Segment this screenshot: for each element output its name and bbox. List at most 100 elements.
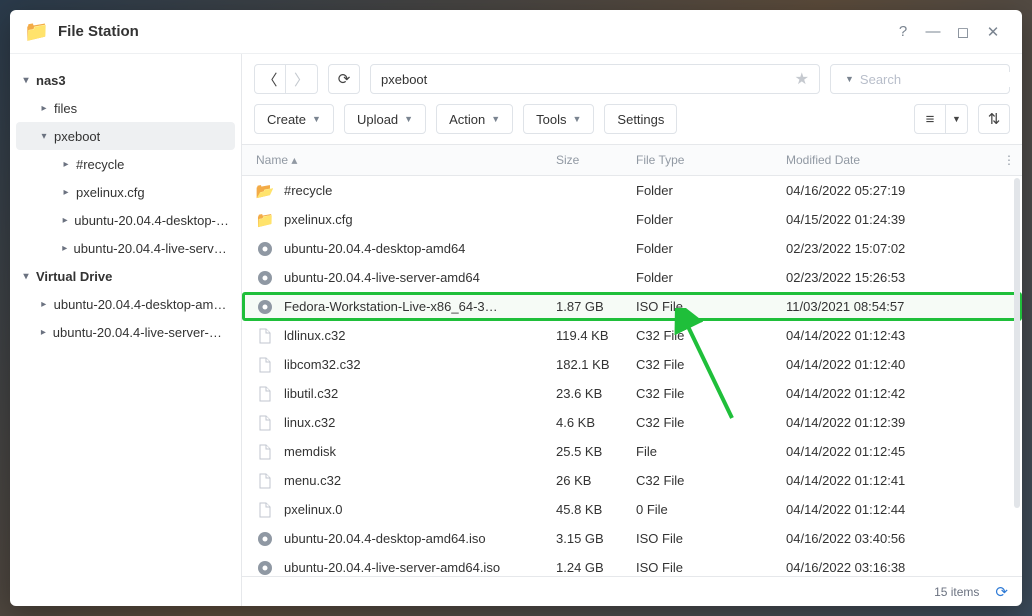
grid-rows: 📂#recycleFolder04/16/2022 05:27:19📁pxeli… xyxy=(242,176,1022,576)
file-type: Folder xyxy=(636,212,786,227)
file-name: Fedora-Workstation-Live-x86_64-3… xyxy=(284,299,498,314)
tree-caret-icon[interactable]: ▾ xyxy=(38,131,50,142)
file-modified: 04/15/2022 01:24:39 xyxy=(786,212,996,227)
file-modified: 04/14/2022 01:12:41 xyxy=(786,473,996,488)
sidebar-item[interactable]: ▸ubuntu-20.04.4-desktop-amd64 xyxy=(16,290,235,318)
sidebar-item[interactable]: ▸ #recycle xyxy=(16,150,235,178)
minimize-icon[interactable]: — xyxy=(918,17,948,47)
nav-back-button[interactable]: 〈 xyxy=(254,64,286,94)
sort-button[interactable]: ⇅ xyxy=(978,104,1010,134)
table-row[interactable]: ubuntu-20.04.4-live-server-amd64.iso 1.24… xyxy=(242,553,1022,576)
search-input[interactable] xyxy=(860,72,1022,87)
tree-caret-icon[interactable]: ▸ xyxy=(60,215,70,226)
table-row[interactable]: ldlinux.c32119.4 KBC32 File04/14/2022 01… xyxy=(242,321,1022,350)
table-row[interactable]: menu.c3226 KBC32 File04/14/2022 01:12:41 xyxy=(242,466,1022,495)
sidebar-item-label: ubuntu-20.04.4-live-server-amd64 xyxy=(74,241,229,256)
sidebar-item-label: nas3 xyxy=(36,73,66,88)
table-row[interactable]: ubuntu-20.04.4-desktop-amd64.iso3.15 GBI… xyxy=(242,524,1022,553)
titlebar: 📁 File Station ? — ◻ ✕ xyxy=(10,10,1022,54)
file-name: ldlinux.c32 xyxy=(284,328,345,343)
file-type: Folder xyxy=(636,241,786,256)
tree-caret-icon[interactable]: ▸ xyxy=(60,243,70,254)
close-icon[interactable]: ✕ xyxy=(978,17,1008,47)
sidebar-item-label: #recycle xyxy=(76,157,124,172)
file-type: ISO File xyxy=(636,299,786,314)
file-type: C32 File xyxy=(636,357,786,372)
file-name: ubuntu-20.04.4-live-server-amd64.iso xyxy=(284,560,500,575)
reload-button[interactable]: ⟳ xyxy=(328,64,360,94)
help-icon[interactable]: ? xyxy=(888,17,918,47)
file-type: C32 File xyxy=(636,328,786,343)
settings-button[interactable]: Settings xyxy=(604,104,677,134)
file-modified: 04/14/2022 01:12:43 xyxy=(786,328,996,343)
search-box[interactable]: ▼ xyxy=(830,64,1010,94)
file-size: 23.6 KB xyxy=(556,386,636,401)
tree-caret-icon[interactable]: ▾ xyxy=(20,271,32,282)
table-row[interactable]: ubuntu-20.04.4-live-server-amd64Folder02… xyxy=(242,263,1022,292)
tree-caret-icon[interactable]: ▸ xyxy=(38,299,50,310)
file-size: 1.24 GB xyxy=(556,560,636,575)
table-row[interactable]: linux.c324.6 KBC32 File04/14/2022 01:12:… xyxy=(242,408,1022,437)
file-name: ubuntu-20.04.4-live-server-amd64 xyxy=(284,270,480,285)
view-list-button[interactable]: ≡ xyxy=(914,104,946,134)
sidebar-item[interactable]: ▾Virtual Drive xyxy=(16,262,235,290)
refresh-icon[interactable]: ⟳ xyxy=(995,583,1008,601)
table-row[interactable]: 📂#recycleFolder04/16/2022 05:27:19 xyxy=(242,176,1022,205)
path-text: pxeboot xyxy=(381,72,427,87)
sidebar-item-label: pxeboot xyxy=(54,129,100,144)
sidebar-item[interactable]: ▾ pxeboot xyxy=(16,122,235,150)
sidebar-item[interactable]: ▾ nas3 xyxy=(16,66,235,94)
col-type-header[interactable]: File Type xyxy=(636,153,786,167)
action-button[interactable]: Action▼ xyxy=(436,104,513,134)
file-size: 26 KB xyxy=(556,473,636,488)
app-title: File Station xyxy=(58,23,888,40)
favorite-icon[interactable]: ★ xyxy=(795,69,809,89)
tree-caret-icon[interactable]: ▸ xyxy=(38,327,49,338)
file-icon xyxy=(256,356,274,374)
tree-caret-icon[interactable]: ▾ xyxy=(20,75,32,86)
table-row[interactable]: ubuntu-20.04.4-desktop-amd64Folder02/23/… xyxy=(242,234,1022,263)
table-row[interactable]: libcom32.c32182.1 KBC32 File04/14/2022 0… xyxy=(242,350,1022,379)
disc-icon xyxy=(256,269,274,287)
table-row[interactable]: pxelinux.045.8 KB0 File04/14/2022 01:12:… xyxy=(242,495,1022,524)
tree-caret-icon[interactable]: ▸ xyxy=(60,187,72,198)
maximize-icon[interactable]: ◻ xyxy=(948,17,978,47)
sidebar-item[interactable]: ▸ubuntu-20.04.4-desktop-amd64 xyxy=(16,206,235,234)
table-row[interactable]: Fedora-Workstation-Live-x86_64-3…1.87 GB… xyxy=(242,292,1022,321)
sidebar-item[interactable]: ▸pxelinux.cfg xyxy=(16,178,235,206)
table-row[interactable]: libutil.c3223.6 KBC32 File04/14/2022 01:… xyxy=(242,379,1022,408)
upload-button[interactable]: Upload▼ xyxy=(344,104,426,134)
file-icon xyxy=(256,385,274,403)
folder-icon: 📂 xyxy=(256,182,274,200)
search-scope-dropdown-icon[interactable]: ▼ xyxy=(845,74,854,84)
file-type: File xyxy=(636,444,786,459)
view-dropdown-icon[interactable]: ▼ xyxy=(946,104,968,134)
file-modified: 11/03/2021 08:54:57 xyxy=(786,299,996,314)
tools-button[interactable]: Tools▼ xyxy=(523,104,594,134)
table-row[interactable]: 📁pxelinux.cfgFolder04/15/2022 01:24:39 xyxy=(242,205,1022,234)
sidebar-item[interactable]: ▸ubuntu-20.04.4-live-server-amd64 xyxy=(16,318,235,346)
tree-caret-icon[interactable]: ▸ xyxy=(38,103,50,114)
nav-forward-button[interactable]: 〉 xyxy=(286,64,318,94)
file-type: C32 File xyxy=(636,415,786,430)
path-bar[interactable]: pxeboot ★ xyxy=(370,64,820,94)
col-mod-header[interactable]: Modified Date xyxy=(786,153,996,167)
sidebar-item[interactable]: ▸ ubuntu-20.04.4-live-server-amd64 xyxy=(16,234,235,262)
action-toolbar: Create▼ Upload▼ Action▼ Tools▼ Settings … xyxy=(242,100,1022,144)
table-row[interactable]: memdisk25.5 KBFile04/14/2022 01:12:45 xyxy=(242,437,1022,466)
chevron-down-icon: ▼ xyxy=(573,114,582,124)
col-name-header[interactable]: Name ▴ xyxy=(242,153,556,167)
column-menu-icon[interactable]: ⋮ xyxy=(996,153,1022,167)
create-button[interactable]: Create▼ xyxy=(254,104,334,134)
file-name: libutil.c32 xyxy=(284,386,338,401)
view-mode-group: ≡ ▼ xyxy=(914,104,968,134)
file-icon xyxy=(256,327,274,345)
col-size-header[interactable]: Size xyxy=(556,153,636,167)
sidebar-item[interactable]: ▸files xyxy=(16,94,235,122)
scrollbar[interactable] xyxy=(1014,178,1020,508)
file-name: linux.c32 xyxy=(284,415,335,430)
file-size: 45.8 KB xyxy=(556,502,636,517)
tree-caret-icon[interactable]: ▸ xyxy=(60,159,72,170)
file-modified: 02/23/2022 15:26:53 xyxy=(786,270,996,285)
file-name: menu.c32 xyxy=(284,473,341,488)
